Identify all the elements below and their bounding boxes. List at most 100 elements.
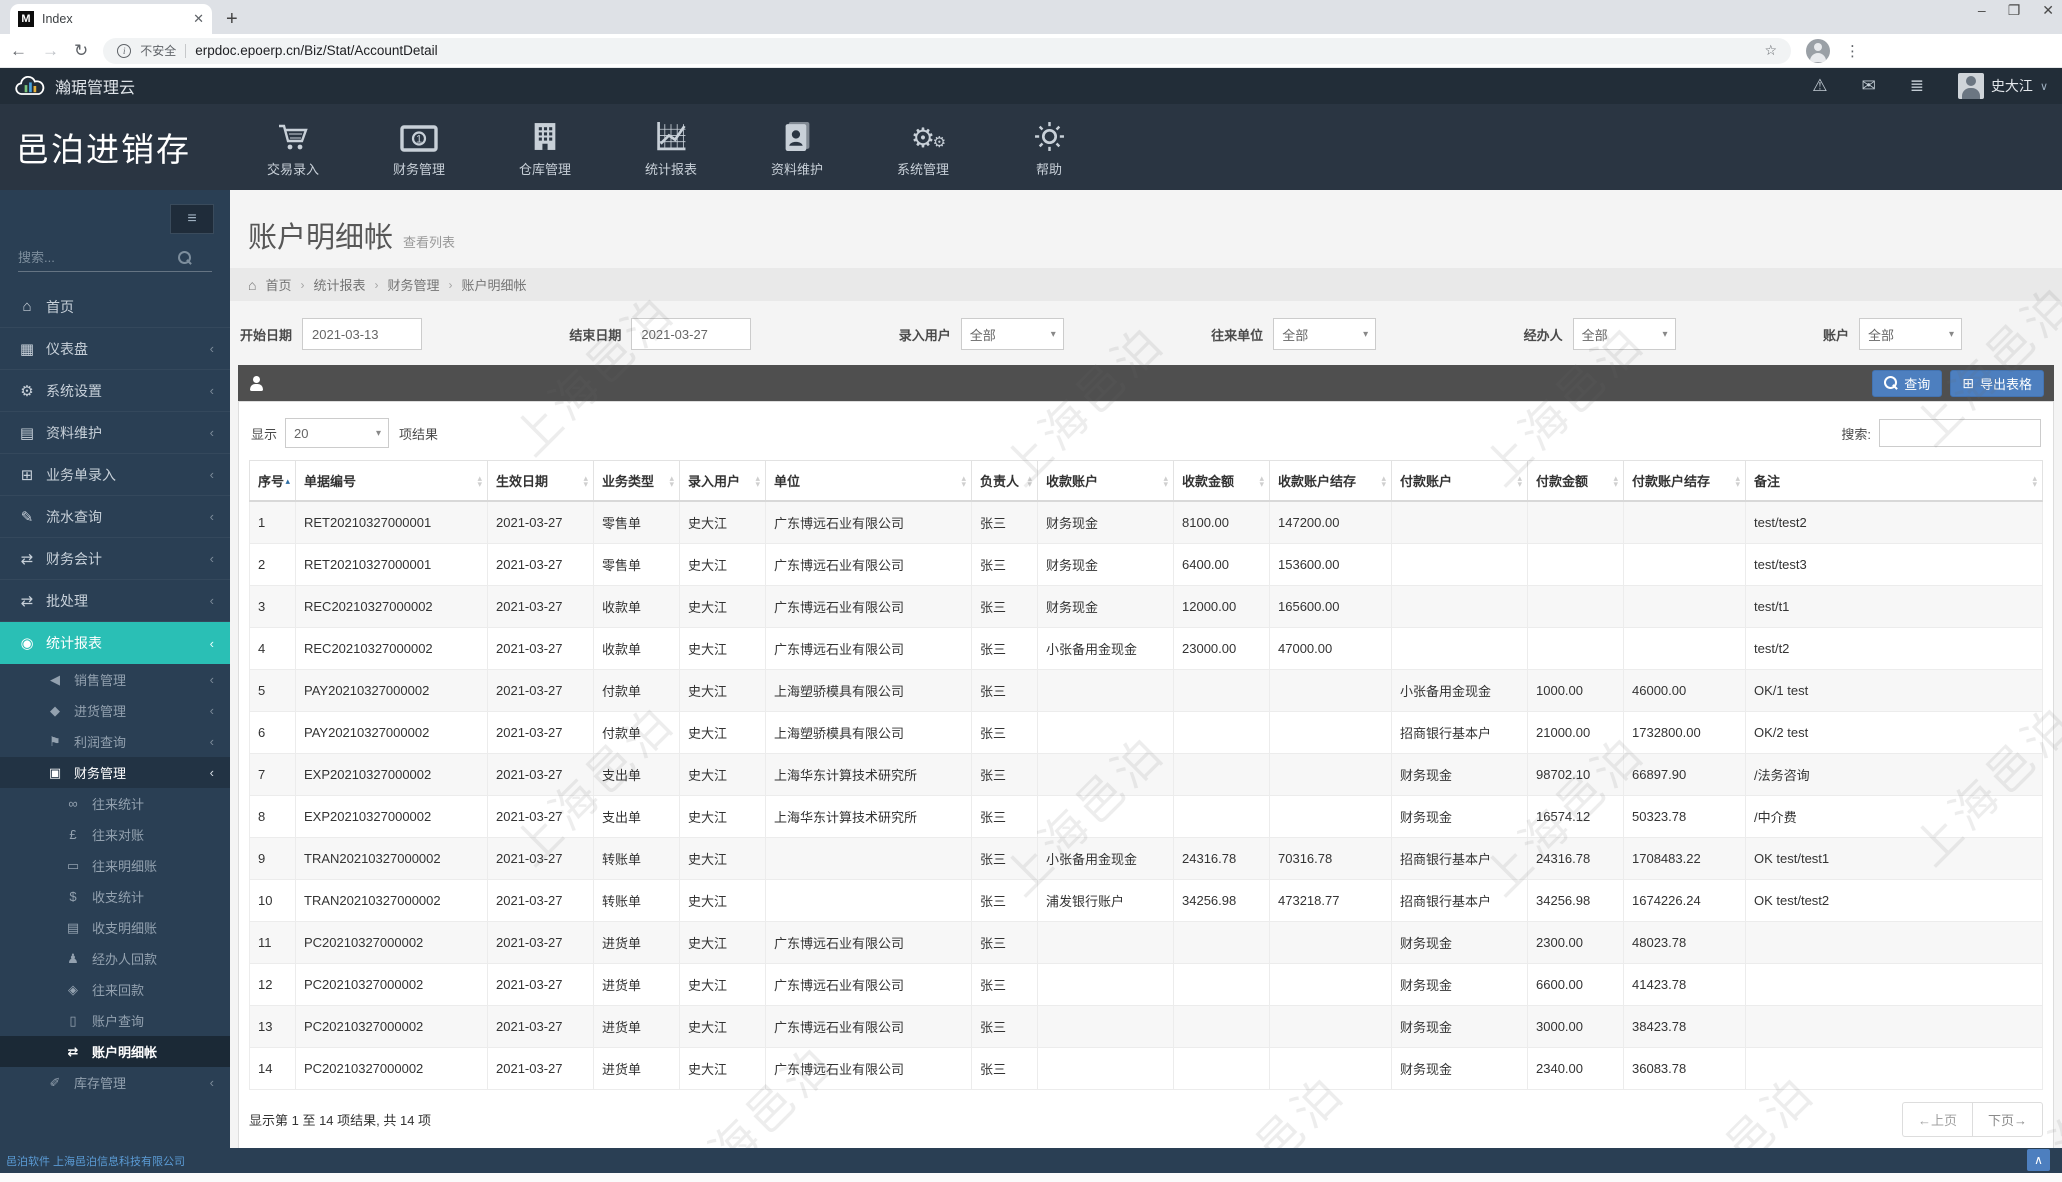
start-date-input[interactable]	[302, 318, 422, 350]
table-row[interactable]: 14PC202103270000022021-03-27进货单史大江广东博远石业…	[250, 1048, 2043, 1090]
sidebar-item-partner-stats[interactable]: ∞往来统计	[0, 788, 230, 819]
column-header[interactable]: 付款账户▴▾	[1392, 461, 1528, 502]
bookmark-star-icon[interactable]: ☆	[1765, 42, 1778, 59]
sidebar-item-dashboard[interactable]: ▦仪表盘‹	[0, 328, 230, 370]
sidebar-item-sales-mgmt[interactable]: ◀销售管理‹	[0, 664, 230, 695]
sidebar-item-income-expense-detail[interactable]: ▤收支明细账	[0, 912, 230, 943]
refresh-icon[interactable]: ↻	[74, 41, 88, 61]
end-date-input[interactable]	[631, 318, 751, 350]
export-table-button[interactable]: ⊞ 导出表格	[1950, 370, 2044, 397]
window-minimize-icon[interactable]: –	[1978, 2, 1986, 19]
column-header[interactable]: 负责人▴▾	[972, 461, 1038, 502]
table-row[interactable]: 4REC202103270000022021-03-27收款单史大江广东博远石业…	[250, 628, 2043, 670]
breadcrumb-item[interactable]: 账户明细帐	[462, 275, 527, 294]
back-icon[interactable]: ←	[10, 41, 27, 61]
chart-icon	[608, 116, 734, 152]
table-row[interactable]: 11PC202103270000022021-03-27进货单史大江广东博远石业…	[250, 922, 2043, 964]
forward-icon[interactable]: →	[42, 41, 59, 61]
sidebar-item-system-settings[interactable]: ⚙系统设置‹	[0, 370, 230, 412]
sidebar-item-agent-collection[interactable]: ♟经办人回款	[0, 943, 230, 974]
table-row[interactable]: 7EXP202103270000022021-03-27支出单史大江上海华东计算…	[250, 754, 2043, 796]
column-header[interactable]: 生效日期▴▾	[488, 461, 594, 502]
column-header[interactable]: 付款账户结存▴▾	[1624, 461, 1746, 502]
top-menu-item-3[interactable]: 仓库管理	[482, 116, 608, 178]
info-icon[interactable]: i	[117, 44, 131, 58]
sidebar-item-partner-collection[interactable]: ◈往来回款	[0, 974, 230, 1005]
table-row[interactable]: 10TRAN202103270000022021-03-27转账单史大江张三浦发…	[250, 880, 2043, 922]
sidebar-item-order-entry[interactable]: ⊞业务单录入‹	[0, 454, 230, 496]
column-header[interactable]: 收款账户结存▴▾	[1270, 461, 1392, 502]
top-menu-item-6[interactable]: ⚙⚙系统管理	[860, 116, 986, 178]
top-menu-item-7[interactable]: 帮助	[986, 116, 1112, 178]
mail-icon[interactable]: ✉	[1861, 76, 1875, 96]
scroll-top-button[interactable]: ∧	[2027, 1149, 2050, 1171]
table-row[interactable]: 3REC202103270000022021-03-27收款单史大江广东博远石业…	[250, 586, 2043, 628]
next-page-button[interactable]: 下页→	[1972, 1102, 2043, 1137]
sidebar-toggle-icon[interactable]: ≡	[170, 204, 214, 234]
column-header[interactable]: 付款金额▴▾	[1528, 461, 1624, 502]
sidebar-item-stat-reports[interactable]: ◉统计报表‹	[0, 622, 230, 664]
sidebar-item-inventory-mgmt[interactable]: ✐库存管理‹	[0, 1067, 230, 1098]
top-menu-item-5[interactable]: 资料维护	[734, 116, 860, 178]
column-header[interactable]: 业务类型▴▾	[594, 461, 680, 502]
table-row[interactable]: 6PAY202103270000022021-03-27付款单史大江上海塑骄模具…	[250, 712, 2043, 754]
breadcrumb-item[interactable]: 首页	[265, 275, 291, 294]
page-size-select[interactable]: 20 ▾	[285, 418, 389, 448]
table-row[interactable]: 12PC202103270000022021-03-27进货单史大江广东博远石业…	[250, 964, 2043, 1006]
table-row[interactable]: 5PAY202103270000022021-03-27付款单史大江上海塑骄模具…	[250, 670, 2043, 712]
table-row[interactable]: 2RET202103270000012021-03-27零售单史大江广东博远石业…	[250, 544, 2043, 586]
sidebar-item-account-query[interactable]: ▯账户查询	[0, 1005, 230, 1036]
sidebar-item-account-detail[interactable]: ⇄账户明细帐	[0, 1036, 230, 1067]
table-cell: 张三	[972, 628, 1038, 670]
sidebar-item-partner-reconcile[interactable]: £往来对账	[0, 819, 230, 850]
top-menu-item-4[interactable]: 统计报表	[608, 116, 734, 178]
column-header[interactable]: 单位▴▾	[766, 461, 972, 502]
account-select[interactable]: 全部▾	[1859, 318, 1962, 350]
sidebar-item-home[interactable]: ⌂首页	[0, 286, 230, 328]
table-row[interactable]: 8EXP202103270000022021-03-27支出单史大江上海华东计算…	[250, 796, 2043, 838]
top-menu-item-1[interactable]: 交易录入	[230, 116, 356, 178]
table-row[interactable]: 13PC202103270000022021-03-27进货单史大江广东博远石业…	[250, 1006, 2043, 1048]
column-header[interactable]: 录入用户▴▾	[680, 461, 766, 502]
tab-close-icon[interactable]: ✕	[193, 11, 204, 27]
window-maximize-icon[interactable]: ❐	[2008, 2, 2021, 19]
column-header[interactable]: 序号▴	[250, 461, 296, 502]
search-icon[interactable]	[178, 251, 192, 265]
top-menu-item-2[interactable]: 1财务管理	[356, 116, 482, 178]
filter-label: 经办人	[1524, 325, 1563, 344]
prev-page-button[interactable]: ←上页	[1902, 1102, 1972, 1137]
alert-icon[interactable]: ⚠	[1812, 76, 1827, 96]
sidebar-search-input[interactable]	[18, 250, 178, 265]
user-menu[interactable]: 史大江 ∨	[1958, 73, 2048, 99]
address-bar[interactable]: i 不安全 erpdoc.epoerp.cn/Biz/Stat/AccountD…	[103, 38, 1791, 64]
sidebar-item-finance-accounting[interactable]: ⇄财务会计‹	[0, 538, 230, 580]
sidebar-item-flow-query[interactable]: ✎流水查询‹	[0, 496, 230, 538]
new-tab-button[interactable]: +	[226, 4, 238, 34]
table-search-input[interactable]	[1879, 419, 2041, 447]
window-close-icon[interactable]: ✕	[2042, 2, 2054, 19]
column-header[interactable]: 收款账户▴▾	[1038, 461, 1174, 502]
column-header[interactable]: 备注▴▾	[1746, 461, 2043, 502]
sidebar-item-batch-process[interactable]: ⇄批处理‹	[0, 580, 230, 622]
partner-unit-select[interactable]: 全部▾	[1273, 318, 1376, 350]
breadcrumb-item[interactable]: 统计报表	[313, 275, 365, 294]
sidebar-item-profit-query[interactable]: ⚑利润查询‹	[0, 726, 230, 757]
browser-profile-avatar[interactable]	[1806, 39, 1830, 63]
column-header[interactable]: 单据编号▴▾	[296, 461, 488, 502]
agent-select[interactable]: 全部▾	[1573, 318, 1676, 350]
browser-tab[interactable]: M Index ✕	[10, 4, 212, 34]
sidebar-item-finance-mgmt[interactable]: ▣财务管理‹	[0, 757, 230, 788]
table-info: 显示第 1 至 14 项结果, 共 14 项	[249, 1110, 431, 1129]
browser-menu-icon[interactable]: ⋮	[1845, 42, 1860, 60]
sidebar-item-income-expense-stats[interactable]: $收支统计	[0, 881, 230, 912]
sidebar-item-partner-detail[interactable]: ▭往来明细账	[0, 850, 230, 881]
query-button[interactable]: 查询	[1872, 370, 1942, 397]
sidebar-item-purchase-mgmt[interactable]: ◆进货管理‹	[0, 695, 230, 726]
table-row[interactable]: 9TRAN202103270000022021-03-27转账单史大江张三小张备…	[250, 838, 2043, 880]
column-header[interactable]: 收款金额▴▾	[1174, 461, 1270, 502]
tasks-icon[interactable]: ≣	[1910, 76, 1924, 96]
breadcrumb-item[interactable]: 财务管理	[388, 275, 440, 294]
table-row[interactable]: 1RET202103270000012021-03-27零售单史大江广东博远石业…	[250, 501, 2043, 544]
sidebar-item-data-maintenance[interactable]: ▤资料维护‹	[0, 412, 230, 454]
entry-user-select[interactable]: 全部▾	[961, 318, 1064, 350]
